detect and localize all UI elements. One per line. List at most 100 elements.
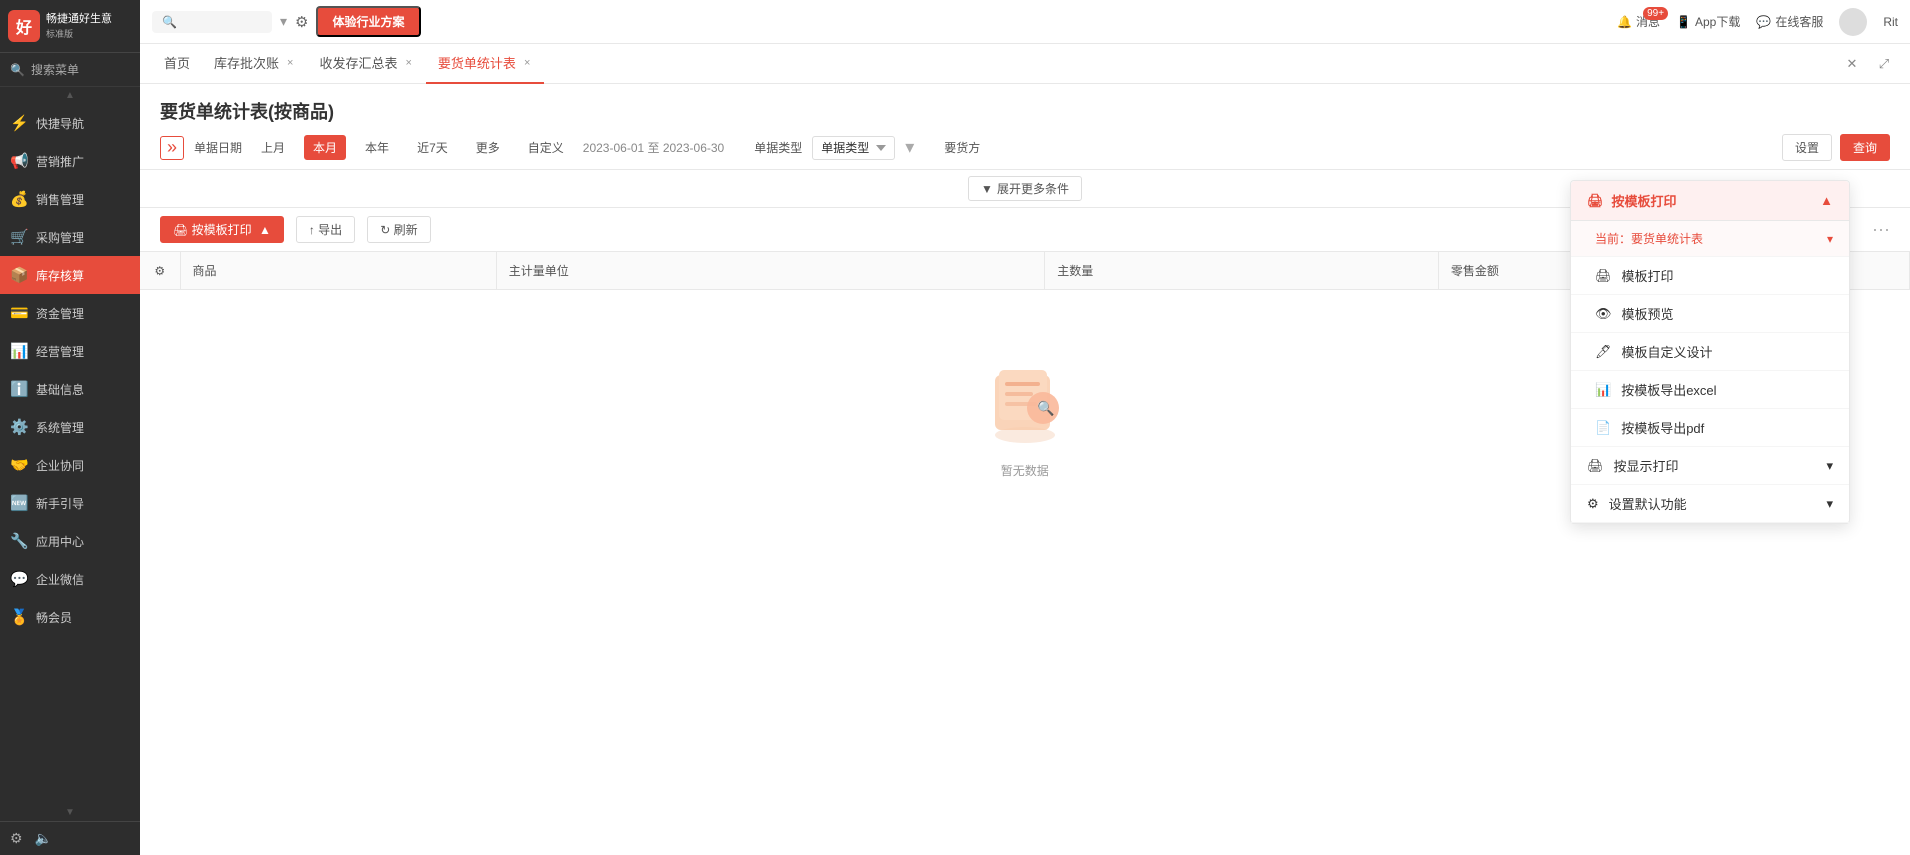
date-btn-this-month[interactable]: 本月 [304, 135, 346, 160]
topbar-right: 🔔 消息 99+ 📱 App下载 💬 在线客服 Rit [1617, 8, 1898, 36]
main-content: 🔍 ▾ ⚙ 体验行业方案 🔔 消息 99+ 📱 App下载 💬 在线客服 Rit [140, 0, 1910, 855]
sidebar-item-label: 应用中心 [36, 533, 84, 550]
sidebar-item-collab[interactable]: 🤝 企业协同 [0, 446, 140, 484]
print-dropdown-title-left: 🖨 按模板打印 [1587, 191, 1677, 210]
settings-bottom-icon[interactable]: ⚙ [10, 830, 23, 847]
sidebar-item-marketing[interactable]: 📢 营销推广 [0, 142, 140, 180]
tab-inventory-batch-close[interactable]: × [285, 56, 295, 70]
sidebar-item-label: 采购管理 [36, 229, 84, 246]
tab-inventory-batch[interactable]: 库存批次账 × [202, 44, 307, 84]
topbar-search[interactable]: 🔍 [152, 11, 272, 33]
sidebar-item-label: 快捷导航 [36, 115, 84, 132]
trial-button[interactable]: 体验行业方案 [316, 6, 420, 37]
sidebar-item-sales[interactable]: 💰 销售管理 [0, 180, 140, 218]
sidebar-item-guide[interactable]: 🆕 新手引导 [0, 484, 140, 522]
tab-receipt-summary[interactable]: 收发存汇总表 × [307, 44, 425, 84]
empty-illustration: 🔍 [975, 350, 1075, 450]
print-dropdown-current[interactable]: 当前：要货单统计表 ▾ [1571, 221, 1849, 257]
sidebar-item-wechat[interactable]: 💬 企业微信 [0, 560, 140, 598]
date-btn-custom[interactable]: 自定义 [519, 135, 573, 160]
default-func-label: 设置默认功能 [1609, 494, 1687, 513]
print-dropdown-header[interactable]: 🖨 按模板打印 ▲ [1571, 181, 1849, 221]
template-excel-icon: 📊 [1595, 382, 1611, 398]
template-print-label: 模板打印 [1622, 266, 1674, 285]
sidebar-scroll-up[interactable]: ▲ [0, 87, 140, 104]
sidebar-item-appstore[interactable]: 🔧 应用中心 [0, 522, 140, 560]
tab-order-summary-close[interactable]: × [522, 56, 532, 70]
export-button[interactable]: ↑ 导出 [296, 216, 355, 243]
sales-icon: 💰 [10, 190, 28, 208]
template-custom-icon: 🖊 [1595, 344, 1612, 360]
sidebar-item-basic[interactable]: ℹ️ 基础信息 [0, 370, 140, 408]
action-more-icon[interactable]: ··· [1872, 219, 1890, 239]
tab-home[interactable]: 首页 [152, 44, 202, 84]
user-avatar[interactable] [1839, 8, 1867, 36]
dropdown-item-template-excel[interactable]: 📊 按模板导出excel [1571, 371, 1849, 409]
tab-order-summary[interactable]: 要货单统计表 × [426, 44, 544, 84]
sidebar-item-operations[interactable]: 📊 经营管理 [0, 332, 140, 370]
table-col-settings[interactable]: ⚙ [140, 252, 180, 290]
type-filter-label: 单据类型 [754, 139, 802, 156]
tab-receipt-summary-close[interactable]: × [403, 56, 413, 70]
tab-expand-btn[interactable]: ⤢ [1870, 50, 1898, 78]
expand-more-btn[interactable]: ▼ 展开更多条件 [968, 176, 1082, 201]
vip-icon: 🏅 [10, 608, 28, 626]
sidebar-bottom: ⚙ 🔈 [0, 821, 140, 855]
filter-expand-icon[interactable]: » [160, 136, 184, 160]
display-print-label: 按显示打印 [1614, 456, 1679, 475]
appstore-icon: 🔧 [10, 532, 28, 550]
date-btn-last-month[interactable]: 上月 [252, 135, 294, 160]
dropdown-item-template-pdf[interactable]: 📄 按模板导出pdf [1571, 409, 1849, 447]
dropdown-item-template-preview[interactable]: 👁 模板预览 [1571, 295, 1849, 333]
sidebar-item-label: 畅会员 [36, 609, 72, 626]
refresh-icon: ↻ [380, 223, 393, 237]
app-name: 畅捷通好生意 [46, 12, 112, 26]
export-icon: ↑ [309, 223, 318, 237]
settings-gear-icon[interactable]: ⚙ [154, 264, 165, 278]
basic-icon: ℹ️ [10, 380, 28, 398]
sidebar-search[interactable]: 🔍 搜索菜单 [0, 53, 140, 87]
sidebar-scroll-down[interactable]: ▼ [0, 804, 140, 821]
sound-bottom-icon[interactable]: 🔈 [35, 830, 52, 847]
service-icon: 💬 [1756, 15, 1771, 29]
sidebar-item-quicknav[interactable]: ⚡ 快捷导航 [0, 104, 140, 142]
query-button[interactable]: 查询 [1840, 134, 1890, 161]
date-btn-more[interactable]: 更多 [467, 135, 509, 160]
sidebar-item-label: 企业协同 [36, 457, 84, 474]
current-template-arrow: ▾ [1827, 232, 1833, 246]
filter-dropdown-icon[interactable]: ▾ [905, 137, 914, 158]
settings-button[interactable]: 设置 [1782, 134, 1832, 161]
topbar-search-icon: 🔍 [162, 15, 177, 29]
app-download-label: App下载 [1695, 13, 1740, 30]
template-pdf-label: 按模板导出pdf [1621, 418, 1704, 437]
dropdown-item-template-print[interactable]: 🖨 模板打印 [1571, 257, 1849, 295]
print-dropdown-up-icon[interactable]: ▲ [1820, 193, 1833, 208]
logo-icon: 好 [8, 10, 40, 42]
sidebar-item-vip[interactable]: 🏅 畅会员 [0, 598, 140, 636]
app-download-item[interactable]: 📱 App下载 [1676, 13, 1740, 30]
sidebar-item-inventory[interactable]: 📦 库存核算 [0, 256, 140, 294]
notifications-item[interactable]: 🔔 消息 99+ [1617, 13, 1660, 30]
bell-icon: 🔔 [1617, 15, 1632, 29]
system-icon: ⚙️ [10, 418, 28, 436]
sidebar-item-system[interactable]: ⚙️ 系统管理 [0, 408, 140, 446]
print-template-button[interactable]: 🖨 按模板打印 ▲ [160, 216, 284, 243]
date-btn-7days[interactable]: 近7天 [408, 135, 457, 160]
dropdown-item-template-custom[interactable]: 🖊 模板自定义设计 [1571, 333, 1849, 371]
sidebar-item-finance[interactable]: 💳 资金管理 [0, 294, 140, 332]
topbar-gear-icon[interactable]: ⚙ [295, 13, 308, 31]
dropdown-section-display-print[interactable]: 🖨 按显示打印 ▾ [1571, 447, 1849, 485]
type-filter-select[interactable]: 单据类型 [812, 136, 895, 160]
topbar-dropdown-icon[interactable]: ▾ [280, 13, 287, 30]
date-btn-this-year[interactable]: 本年 [356, 135, 398, 160]
search-icon: 🔍 [10, 63, 25, 77]
refresh-button[interactable]: ↻ 刷新 [367, 216, 430, 243]
online-service-item[interactable]: 💬 在线客服 [1756, 13, 1823, 30]
empty-text: 暂无数据 [1001, 462, 1049, 479]
dropdown-section-default-func[interactable]: ⚙ 设置默认功能 ▾ [1571, 485, 1849, 523]
goods-filter-label: 要货方 [944, 139, 980, 156]
sidebar-item-purchase[interactable]: 🛒 采购管理 [0, 218, 140, 256]
page-content: 要货单统计表(按商品) » 单据日期 上月 本月 本年 近7天 更多 自定义 2… [140, 84, 1910, 855]
tab-close-window-btn[interactable]: ✕ [1838, 50, 1866, 78]
sidebar-item-label: 销售管理 [36, 191, 84, 208]
